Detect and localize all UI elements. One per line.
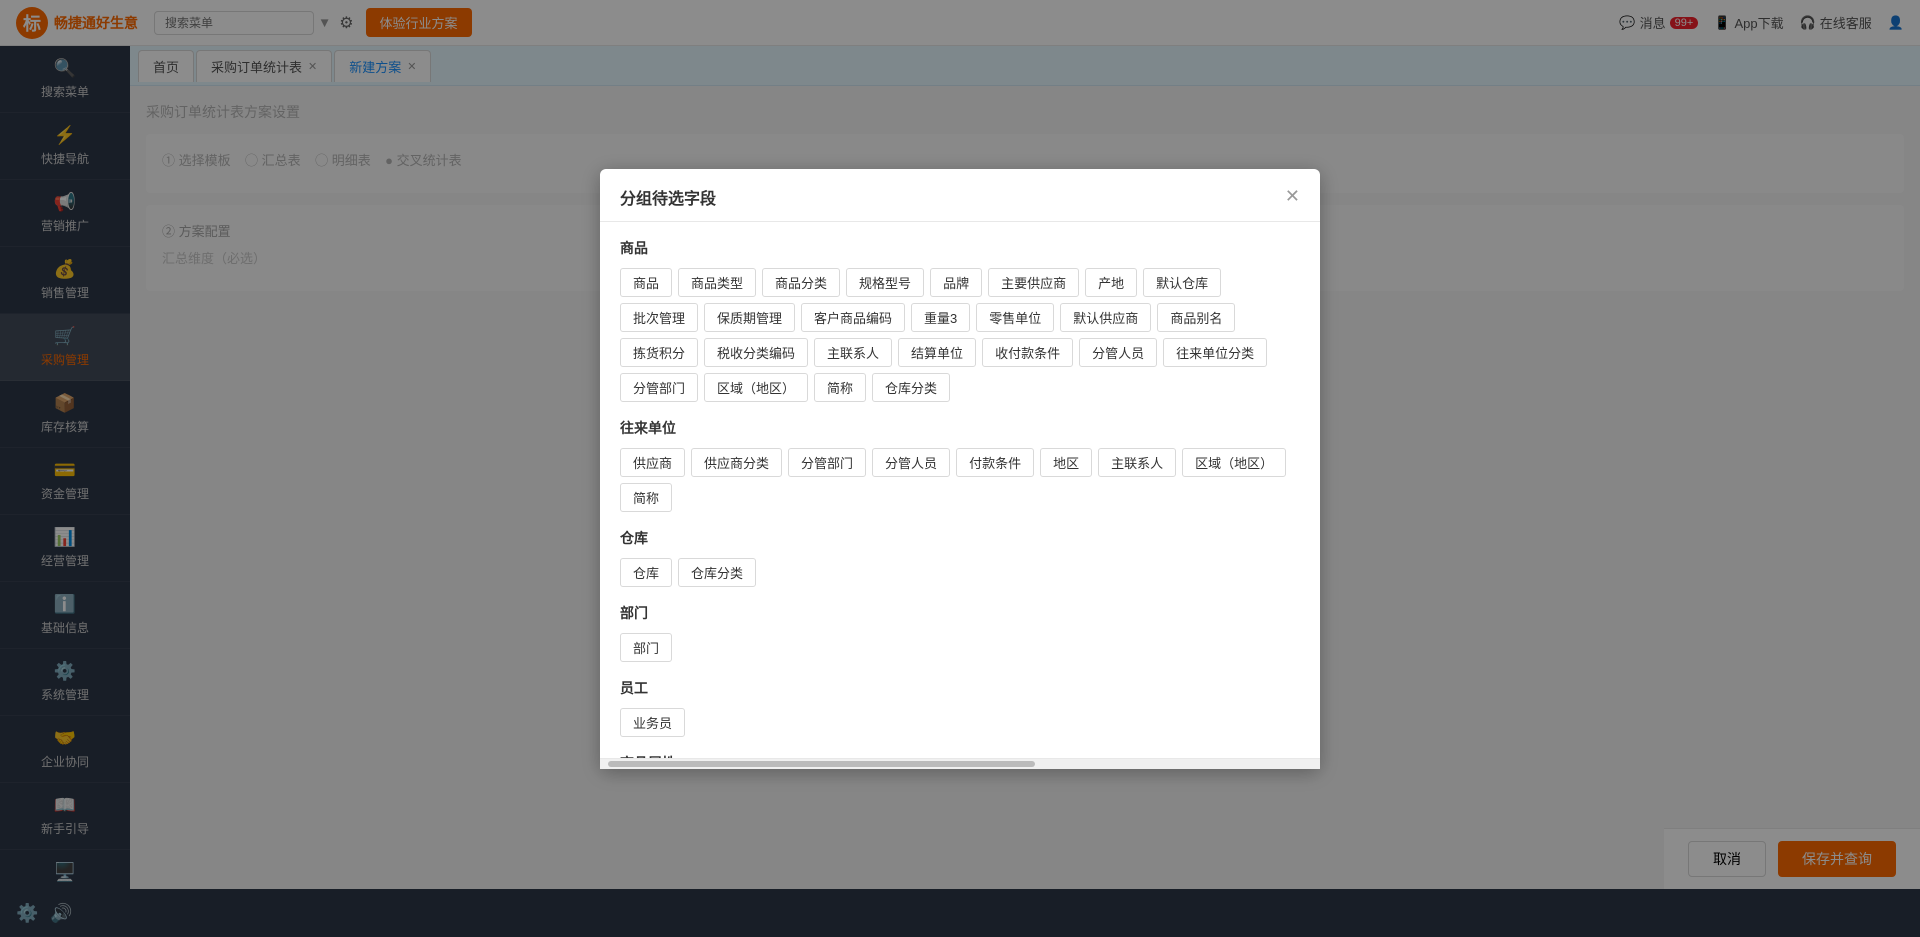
modal-footer-scroll[interactable] <box>600 758 1320 768</box>
field-tag-1-5[interactable]: 地区 <box>1040 448 1092 477</box>
field-tag-0-14[interactable]: 商品别名 <box>1157 303 1235 332</box>
modal-dialog: 分组待选字段 ✕ 商品商品商品类型商品分类规格型号品牌主要供应商产地默认仓库批次… <box>600 169 1320 769</box>
field-section-0: 商品商品商品类型商品分类规格型号品牌主要供应商产地默认仓库批次管理保质期管理客户… <box>620 238 1300 402</box>
field-tag-2-1[interactable]: 仓库分类 <box>678 558 756 587</box>
field-tag-1-0[interactable]: 供应商 <box>620 448 685 477</box>
section-title-2: 仓库 <box>620 528 1300 548</box>
field-tag-0-25[interactable]: 仓库分类 <box>872 373 950 402</box>
section-title-0: 商品 <box>620 238 1300 258</box>
field-tag-0-2[interactable]: 商品分类 <box>762 268 840 297</box>
field-tags-2: 仓库仓库分类 <box>620 558 1300 587</box>
field-tag-0-18[interactable]: 结算单位 <box>898 338 976 367</box>
field-tag-0-3[interactable]: 规格型号 <box>846 268 924 297</box>
section-title-4: 员工 <box>620 678 1300 698</box>
field-tag-0-12[interactable]: 零售单位 <box>976 303 1054 332</box>
field-tag-1-2[interactable]: 分管部门 <box>788 448 866 477</box>
field-tag-3-0[interactable]: 部门 <box>620 633 672 662</box>
field-tag-0-0[interactable]: 商品 <box>620 268 672 297</box>
field-tag-0-20[interactable]: 分管人员 <box>1079 338 1157 367</box>
field-tag-0-19[interactable]: 收付款条件 <box>982 338 1073 367</box>
field-tag-0-7[interactable]: 默认仓库 <box>1143 268 1221 297</box>
field-tags-3: 部门 <box>620 633 1300 662</box>
field-tag-0-17[interactable]: 主联系人 <box>814 338 892 367</box>
field-tag-1-1[interactable]: 供应商分类 <box>691 448 782 477</box>
field-section-4: 员工业务员 <box>620 678 1300 737</box>
field-section-1: 往来单位供应商供应商分类分管部门分管人员付款条件地区主联系人区域（地区） 简称 <box>620 418 1300 512</box>
modal-title: 分组待选字段 <box>620 185 716 209</box>
modal-header: 分组待选字段 ✕ <box>600 169 1320 222</box>
field-tag-0-24[interactable]: 简称 <box>814 373 866 402</box>
field-tags-0: 商品商品类型商品分类规格型号品牌主要供应商产地默认仓库批次管理保质期管理客户商品… <box>620 268 1300 402</box>
field-tag-0-9[interactable]: 保质期管理 <box>704 303 795 332</box>
field-tag-0-1[interactable]: 商品类型 <box>678 268 756 297</box>
field-tag-0-11[interactable]: 重量3 <box>911 303 970 332</box>
field-tag-0-22[interactable]: 分管部门 <box>620 373 698 402</box>
field-tag-0-6[interactable]: 产地 <box>1085 268 1137 297</box>
field-tags-4: 业务员 <box>620 708 1300 737</box>
field-tag-0-15[interactable]: 拣货积分 <box>620 338 698 367</box>
field-tag-1-6[interactable]: 主联系人 <box>1098 448 1176 477</box>
field-tag-0-5[interactable]: 主要供应商 <box>988 268 1079 297</box>
modal-body[interactable]: 商品商品商品类型商品分类规格型号品牌主要供应商产地默认仓库批次管理保质期管理客户… <box>600 222 1320 759</box>
field-tag-4-0[interactable]: 业务员 <box>620 708 685 737</box>
section-title-3: 部门 <box>620 603 1300 623</box>
field-tag-2-0[interactable]: 仓库 <box>620 558 672 587</box>
field-tag-0-16[interactable]: 税收分类编码 <box>704 338 808 367</box>
field-tag-0-8[interactable]: 批次管理 <box>620 303 698 332</box>
field-tag-1-3[interactable]: 分管人员 <box>872 448 950 477</box>
modal-overlay: 分组待选字段 ✕ 商品商品商品类型商品分类规格型号品牌主要供应商产地默认仓库批次… <box>0 0 1920 937</box>
field-tag-1-8[interactable]: 简称 <box>620 483 672 512</box>
field-tag-0-4[interactable]: 品牌 <box>930 268 982 297</box>
field-tag-0-23[interactable]: 区域（地区） <box>704 373 808 402</box>
section-title-1: 往来单位 <box>620 418 1300 438</box>
field-tag-0-13[interactable]: 默认供应商 <box>1060 303 1151 332</box>
modal-close-button[interactable]: ✕ <box>1285 186 1300 207</box>
field-section-2: 仓库仓库仓库分类 <box>620 528 1300 587</box>
field-tag-0-10[interactable]: 客户商品编码 <box>801 303 905 332</box>
field-section-3: 部门部门 <box>620 603 1300 662</box>
field-tag-1-7[interactable]: 区域（地区） <box>1182 448 1286 477</box>
field-tag-1-4[interactable]: 付款条件 <box>956 448 1034 477</box>
field-tag-0-21[interactable]: 往来单位分类 <box>1163 338 1267 367</box>
field-tags-1: 供应商供应商分类分管部门分管人员付款条件地区主联系人区域（地区） 简称 <box>620 448 1300 512</box>
